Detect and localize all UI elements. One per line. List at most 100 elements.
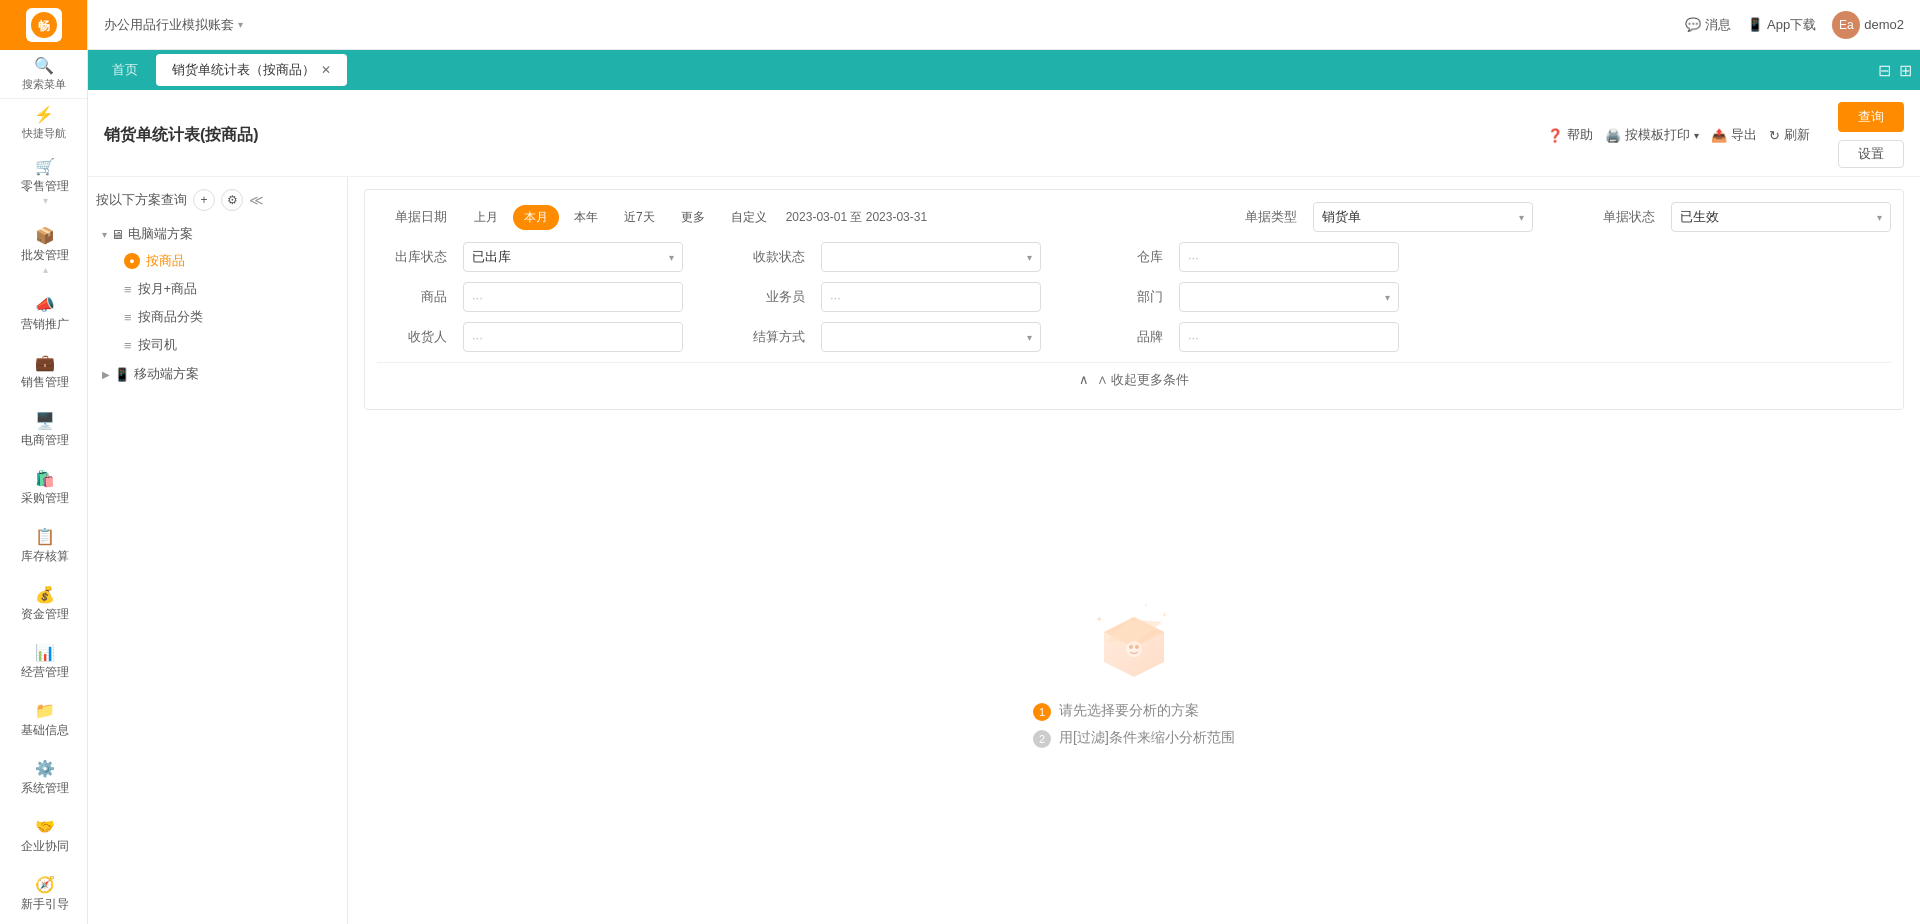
tree-child-by-month-goods[interactable]: ≡ 按月+商品	[116, 275, 339, 303]
add-scheme-btn[interactable]: +	[193, 189, 215, 211]
sidebar-item-finance[interactable]: 💰 资金管理	[0, 575, 87, 633]
date-pill-custom[interactable]: 自定义	[720, 205, 778, 230]
order-type-select[interactable]: 销货单 ▾	[1313, 202, 1533, 232]
sidebar-item-basics[interactable]: 📁 基础信息	[0, 691, 87, 749]
help-btn[interactable]: ❓ 帮助	[1547, 126, 1593, 144]
left-panel-header: 按以下方案查询 + ⚙ ≪	[96, 189, 339, 211]
salesman-select[interactable]: ···	[821, 282, 1041, 312]
sidebar-item-retail[interactable]: 🛒 零售管理 ▾	[0, 147, 87, 216]
tip-text-1: 请先选择要分析的方案	[1059, 702, 1199, 720]
tab-home-label: 首页	[112, 61, 138, 79]
tree-node-mobile: ▶ 📱 移动端方案	[96, 361, 339, 387]
content-area: 销货单统计表(按商品) ❓ 帮助 🖨️ 按模板打印 ▾ 📤 导出 ↻ 刷新	[88, 90, 1920, 924]
empty-illustration: ✦ ✦ ✦	[1084, 587, 1184, 690]
empty-tips: 1 请先选择要分析的方案 2 用[过滤]条件来缩小分析范围	[1033, 702, 1235, 748]
goods-select[interactable]: ···	[463, 282, 683, 312]
tree-pc-children: ● 按商品 ≡ 按月+商品 ≡ 按商品分类 ≡	[96, 247, 339, 359]
svg-text:✦: ✦	[1096, 615, 1103, 624]
quick-nav-item[interactable]: ⚡ 快捷导航	[0, 99, 87, 147]
tree-child-by-driver[interactable]: ≡ 按司机	[116, 331, 339, 359]
svg-point-7	[1135, 645, 1139, 649]
user-profile[interactable]: Ea demo2	[1832, 11, 1904, 39]
filter-area: 单据日期 上月 本月 本年 近7天 更多 自定义 2023-03-01 至 20…	[364, 189, 1904, 410]
sidebar-item-ecommerce[interactable]: 🖥️ 电商管理	[0, 401, 87, 459]
help-icon: ❓	[1547, 128, 1563, 143]
sidebar-item-system[interactable]: ⚙️ 系统管理	[0, 749, 87, 807]
brand-select[interactable]: ···	[1179, 322, 1399, 352]
tab-sales-report[interactable]: 销货单统计表（按商品） ✕	[156, 54, 347, 86]
settings-button[interactable]: 设置	[1838, 140, 1904, 168]
tab-maximize-btn[interactable]: ⊞	[1899, 61, 1912, 80]
tab-home[interactable]: 首页	[96, 54, 154, 86]
goods-label: 商品	[377, 288, 447, 306]
search-menu-item[interactable]: 🔍 按以下方案查询 搜索菜单	[0, 50, 87, 99]
body-layout: 按以下方案查询 + ⚙ ≪ ▾ 🖥 电脑端方案	[88, 177, 1920, 924]
message-btn[interactable]: 💬 消息	[1685, 16, 1731, 34]
goods-placeholder: ···	[472, 290, 483, 305]
export-btn[interactable]: 📤 导出	[1711, 126, 1757, 144]
order-status-arrow: ▾	[1877, 212, 1882, 223]
out-status-label: 出库状态	[377, 248, 447, 266]
payment-select[interactable]: ▾	[821, 322, 1041, 352]
tree-node-mobile-header[interactable]: ▶ 📱 移动端方案	[96, 361, 339, 387]
left-panel: 按以下方案查询 + ⚙ ≪ ▾ 🖥 电脑端方案	[88, 177, 348, 924]
collapse-label: ∧ 收起更多条件	[1097, 372, 1190, 387]
refresh-btn[interactable]: ↻ 刷新	[1769, 126, 1810, 144]
collapse-conditions-btn[interactable]: ∧ ∧ 收起更多条件	[377, 362, 1891, 397]
refresh-label: 刷新	[1784, 126, 1810, 144]
sidebar-item-marketing[interactable]: 📣 营销推广	[0, 285, 87, 343]
date-pill-this-year[interactable]: 本年	[563, 205, 609, 230]
tab-minimize-btn[interactable]: ⊟	[1878, 61, 1891, 80]
consignee-label: 收货人	[377, 328, 447, 346]
template-print-arrow: ▾	[1694, 130, 1699, 141]
company-selector[interactable]: 办公用品行业模拟账套 ▾	[104, 16, 243, 34]
tree-mobile-label: 移动端方案	[134, 365, 199, 383]
enterprise-icon: 🤝	[35, 817, 55, 836]
filter-row-4: 收货人 ··· 结算方式 ▾ 品牌 ···	[377, 322, 1891, 352]
out-status-select[interactable]: 已出库 ▾	[463, 242, 683, 272]
by-goods-icon: ●	[124, 253, 140, 269]
app-download-btn[interactable]: 📱 App下载	[1747, 16, 1816, 34]
collapse-panel-btn[interactable]: ≪	[249, 192, 264, 208]
sidebar-logo: 畅	[0, 0, 87, 50]
date-pill-this-month[interactable]: 本月	[513, 205, 559, 230]
warehouse-select[interactable]: ···	[1179, 242, 1399, 272]
date-pill-last-month[interactable]: 上月	[463, 205, 509, 230]
collapse-icon: ∧	[1079, 372, 1089, 387]
by-driver-icon: ≡	[124, 338, 132, 353]
dept-label: 部门	[1093, 288, 1163, 306]
filter-row-2: 出库状态 已出库 ▾ 收款状态 ▾ 仓库	[377, 242, 1891, 272]
receipt-status-arrow: ▾	[1027, 252, 1032, 263]
sidebar-item-enterprise[interactable]: 🤝 企业协同	[0, 807, 87, 865]
order-type-label: 单据类型	[1227, 208, 1297, 226]
date-pill-more[interactable]: 更多	[670, 205, 716, 230]
purchase-icon: 🛍️	[35, 469, 55, 488]
by-goods-label: 按商品	[146, 252, 185, 270]
sidebar-item-sales[interactable]: 💼 销售管理	[0, 343, 87, 401]
sidebar-item-inventory[interactable]: 📋 库存核算	[0, 517, 87, 575]
tree-child-by-category[interactable]: ≡ 按商品分类	[116, 303, 339, 331]
svg-text:✦: ✦	[1162, 612, 1167, 618]
sidebar-item-operations[interactable]: 📊 经营管理	[0, 633, 87, 691]
sidebar-item-newbie[interactable]: 🧭 新手引导	[0, 865, 87, 923]
tab-close-btn[interactable]: ✕	[321, 63, 331, 77]
empty-state: ✦ ✦ ✦ 1 请先选择要分析的方案 2 用[过滤]条件来缩小分析范围	[364, 422, 1904, 912]
by-month-goods-icon: ≡	[124, 282, 132, 297]
retail-icon: 🛒	[35, 157, 55, 176]
order-status-select[interactable]: 已生效 ▾	[1671, 202, 1891, 232]
date-pill-7days[interactable]: 近7天	[613, 205, 666, 230]
order-type-arrow: ▾	[1519, 212, 1524, 223]
dropdown-icon: ▾	[238, 19, 243, 30]
filter-row-3: 商品 ··· 业务员 ··· 部门 ▾	[377, 282, 1891, 312]
dept-select[interactable]: ▾	[1179, 282, 1399, 312]
consignee-select[interactable]: ···	[463, 322, 683, 352]
sidebar-item-wholesale[interactable]: 📦 批发管理 ▴	[0, 216, 87, 285]
page-title: 销货单统计表(按商品)	[104, 125, 259, 146]
tree-child-by-goods[interactable]: ● 按商品	[116, 247, 339, 275]
settings-scheme-btn[interactable]: ⚙	[221, 189, 243, 211]
query-button[interactable]: 查询	[1838, 102, 1904, 132]
sidebar-item-purchase[interactable]: 🛍️ 采购管理	[0, 459, 87, 517]
template-print-btn[interactable]: 🖨️ 按模板打印 ▾	[1605, 126, 1699, 144]
receipt-status-select[interactable]: ▾	[821, 242, 1041, 272]
tree-node-pc-header[interactable]: ▾ 🖥 电脑端方案	[96, 221, 339, 247]
